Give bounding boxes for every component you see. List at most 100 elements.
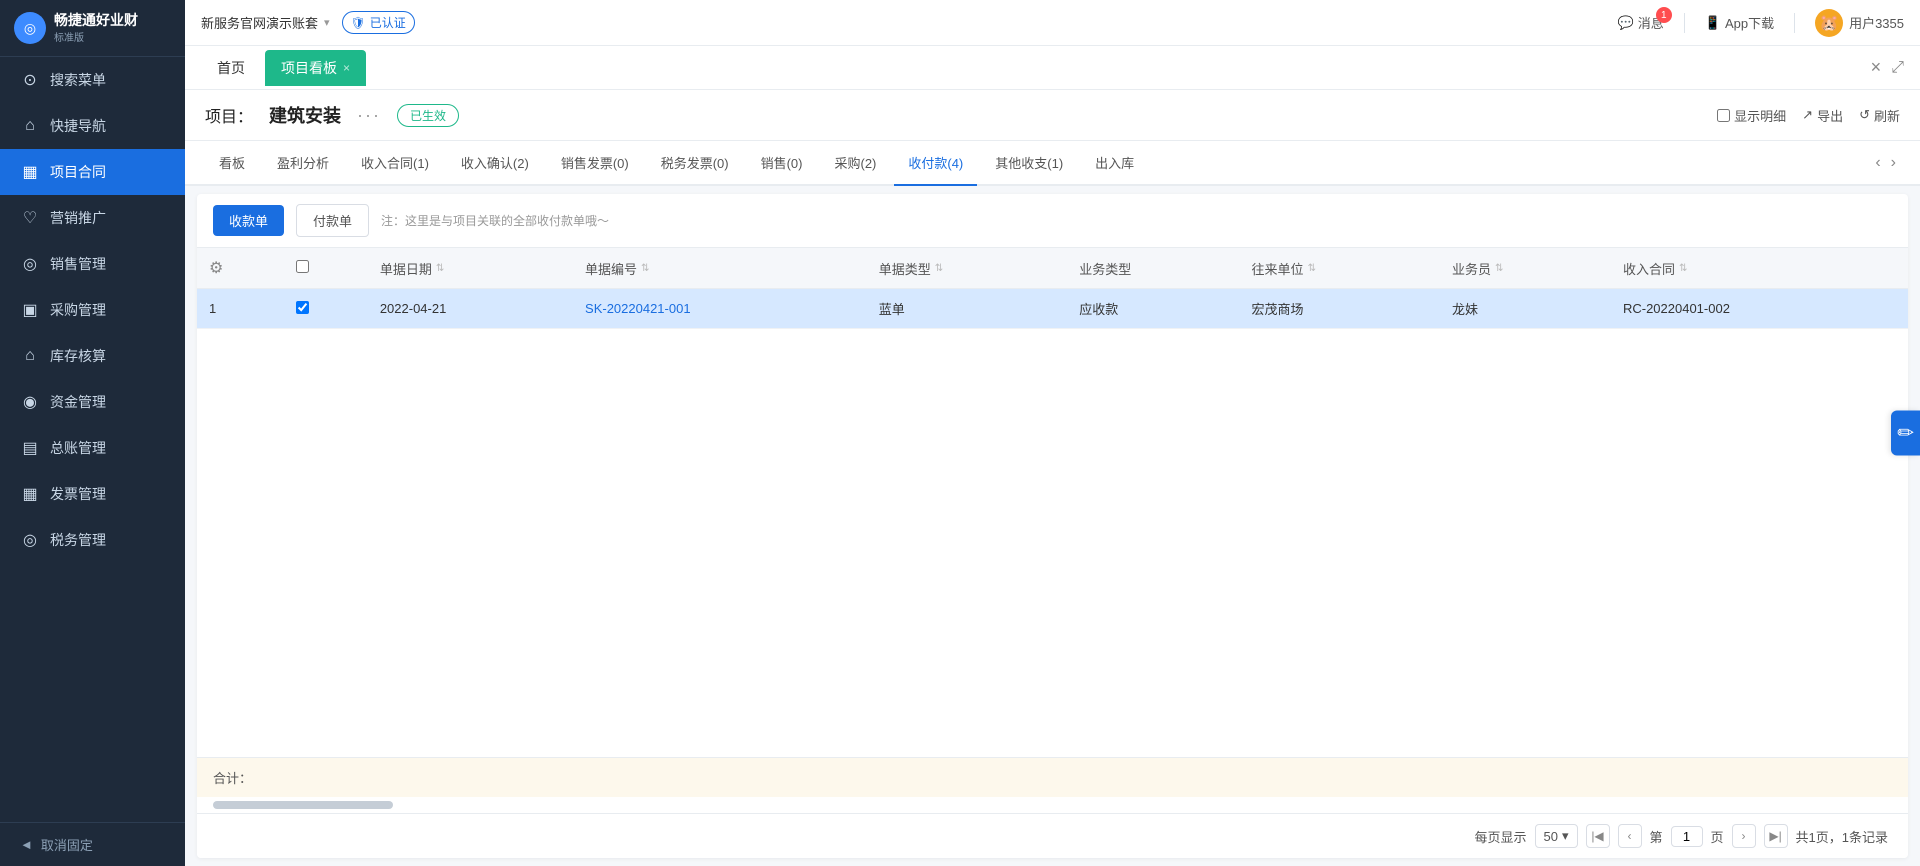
payment-tab-button[interactable]: 付款单 — [296, 204, 369, 237]
sub-tab-other-income[interactable]: 其他收支(1) — [981, 141, 1077, 186]
sub-tab-income-contract[interactable]: 收入合同(1) — [347, 141, 443, 186]
sidebar-item-tax-mgmt[interactable]: ◎ 税务管理 — [0, 517, 185, 563]
user-button[interactable]: 🐹 用户3355 — [1815, 9, 1904, 37]
show-detail-text: 显示明细 — [1734, 106, 1786, 125]
sub-tab-prev-icon[interactable]: ‹ — [1871, 150, 1884, 176]
col-salesperson[interactable]: 业务员 ⇅ — [1440, 248, 1611, 289]
sub-tab-label: 收入合同(1) — [361, 156, 429, 171]
data-table: ⚙ 单据日期 ⇅ — [197, 248, 1908, 329]
sidebar-item-label: 总账管理 — [50, 438, 106, 458]
table-header-row: ⚙ 单据日期 ⇅ — [197, 248, 1908, 289]
content-area: 项目： 建筑安装 ··· 已生效 显示明细 ↗ 导出 ↺ 刷新 — [185, 90, 1920, 866]
refresh-icon: ↺ — [1859, 107, 1870, 123]
cell-checkbox[interactable] — [284, 289, 368, 329]
tab-project-kanban[interactable]: 项目看板 × — [265, 50, 366, 86]
sidebar-item-label: 采购管理 — [50, 300, 106, 320]
sub-tab-sales[interactable]: 销售(0) — [747, 141, 817, 186]
app-download-button[interactable]: 📱 App下载 — [1705, 13, 1774, 32]
col-income-contract[interactable]: 收入合同 ⇅ — [1611, 248, 1908, 289]
receipt-tab-button[interactable]: 收款单 — [213, 205, 284, 236]
show-detail-checkbox[interactable] — [1717, 109, 1730, 122]
last-page-button[interactable]: ▶| — [1764, 824, 1788, 848]
next-page-button[interactable]: › — [1732, 824, 1756, 848]
sub-tab-inventory[interactable]: 出入库 — [1081, 141, 1148, 186]
col-number-label: 单据编号 — [585, 259, 637, 278]
sort-salesperson[interactable]: 业务员 ⇅ — [1452, 259, 1599, 278]
col-type[interactable]: 单据类型 ⇅ — [867, 248, 1067, 289]
project-prefix: 项目： — [205, 103, 253, 127]
row-checkbox[interactable] — [296, 301, 309, 314]
sort-icon: ⇅ — [1679, 263, 1687, 274]
cell-salesperson: 龙妹 — [1440, 289, 1611, 329]
fund-icon: ◉ — [20, 392, 40, 412]
sort-date[interactable]: 单据日期 ⇅ — [380, 259, 561, 278]
sort-number[interactable]: 单据编号 ⇅ — [585, 259, 855, 278]
sort-partner[interactable]: 往来单位 ⇅ — [1252, 259, 1428, 278]
refresh-button[interactable]: ↺ 刷新 — [1859, 106, 1900, 125]
prev-page-button[interactable]: ‹ — [1618, 824, 1642, 848]
col-number[interactable]: 单据编号 ⇅ — [573, 248, 867, 289]
col-checkbox — [284, 248, 368, 289]
sub-tab-receipt[interactable]: 收付款(4) — [894, 141, 977, 186]
sub-tab-label: 看板 — [219, 156, 245, 171]
certified-text: 已认证 — [370, 14, 406, 31]
sidebar-item-purchase-mgmt[interactable]: ▣ 采购管理 — [0, 287, 185, 333]
edit-icon: ✏ — [1897, 423, 1914, 445]
floating-action-button[interactable]: ✏ — [1891, 411, 1920, 456]
show-detail-label[interactable]: 显示明细 — [1717, 106, 1786, 125]
shield-icon: 🛡 — [351, 16, 366, 30]
horizontal-scrollbar[interactable] — [213, 801, 393, 809]
sub-tab-next-icon[interactable]: › — [1887, 150, 1900, 176]
certified-badge: 🛡 已认证 — [342, 11, 415, 34]
page-size-selector[interactable]: 50 ▾ — [1535, 824, 1578, 848]
sort-income-contract[interactable]: 收入合同 ⇅ — [1623, 259, 1896, 278]
project-more-icon[interactable]: ··· — [357, 105, 381, 126]
sidebar-item-quick-nav[interactable]: ⌂ 快捷导航 — [0, 103, 185, 149]
sidebar-item-fund-mgmt[interactable]: ◉ 资金管理 — [0, 379, 185, 425]
close-window-button[interactable]: × — [1871, 57, 1882, 78]
tab-home[interactable]: 首页 — [201, 50, 261, 86]
cell-number[interactable]: SK-20220421-001 — [573, 289, 867, 329]
sidebar-item-label: 销售管理 — [50, 254, 106, 274]
sort-type[interactable]: 单据类型 ⇅ — [879, 259, 1055, 278]
sub-tab-purchase[interactable]: 采购(2) — [820, 141, 890, 186]
tab-active-label: 项目看板 — [281, 58, 337, 78]
export-button[interactable]: ↗ 导出 — [1802, 106, 1843, 125]
marketing-icon: ♡ — [20, 208, 40, 228]
next-page-icon: › — [1742, 829, 1746, 843]
sidebar-item-label: 税务管理 — [50, 530, 106, 550]
sidebar-item-label: 快捷导航 — [50, 116, 106, 136]
maximize-window-button[interactable]: ⤢ — [1891, 59, 1904, 77]
sub-tab-sales-invoice[interactable]: 销售发票(0) — [547, 141, 643, 186]
page-number-input[interactable] — [1671, 826, 1703, 847]
sidebar-item-ledger-mgmt[interactable]: ▤ 总账管理 — [0, 425, 185, 471]
first-page-button[interactable]: |◀ — [1586, 824, 1610, 848]
sub-tab-tax-invoice[interactable]: 税务发票(0) — [647, 141, 743, 186]
sub-tab-kanban[interactable]: 看板 — [205, 141, 259, 186]
table-row[interactable]: 1 2022-04-21 SK-20220421-001 蓝单 应收款 宏茂商场 — [197, 289, 1908, 329]
col-partner[interactable]: 往来单位 ⇅ — [1240, 248, 1440, 289]
sidebar-item-invoice-mgmt[interactable]: ▦ 发票管理 — [0, 471, 185, 517]
sidebar-item-sales-mgmt[interactable]: ◎ 销售管理 — [0, 241, 185, 287]
sidebar-item-inventory[interactable]: ⌂ 库存核算 — [0, 333, 185, 379]
sub-tab-label: 收付款(4) — [908, 156, 963, 171]
select-all-checkbox[interactable] — [296, 260, 309, 273]
sub-tab-income-confirm[interactable]: 收入确认(2) — [447, 141, 543, 186]
project-icon: ▦ — [20, 162, 40, 182]
filter-note: 注：这里是与项目关联的全部收付款单哦～ — [381, 212, 609, 229]
message-button[interactable]: 💬 消息 1 — [1618, 13, 1664, 32]
col-date[interactable]: 单据日期 ⇅ — [368, 248, 573, 289]
account-selector[interactable]: 新服务官网演示账套 ▾ — [201, 13, 330, 32]
document-number-link[interactable]: SK-20220421-001 — [585, 301, 691, 316]
user-avatar: 🐹 — [1815, 9, 1843, 37]
sub-tab-profit[interactable]: 盈利分析 — [263, 141, 343, 186]
gear-icon[interactable]: ⚙ — [209, 260, 223, 277]
sidebar-item-project-contract[interactable]: ▦ 项目合同 — [0, 149, 185, 195]
cancel-pin-button[interactable]: ◄ 取消固定 — [0, 822, 185, 866]
table-section: 收款单 付款单 注：这里是与项目关联的全部收付款单哦～ ⚙ — [197, 194, 1908, 858]
sidebar-item-label: 营销推广 — [50, 208, 106, 228]
tab-close-icon[interactable]: × — [343, 61, 350, 75]
sub-tab-label: 税务发票(0) — [661, 156, 729, 171]
sidebar-item-search[interactable]: ⊙ 搜索菜单 — [0, 57, 185, 103]
sidebar-item-marketing[interactable]: ♡ 营销推广 — [0, 195, 185, 241]
